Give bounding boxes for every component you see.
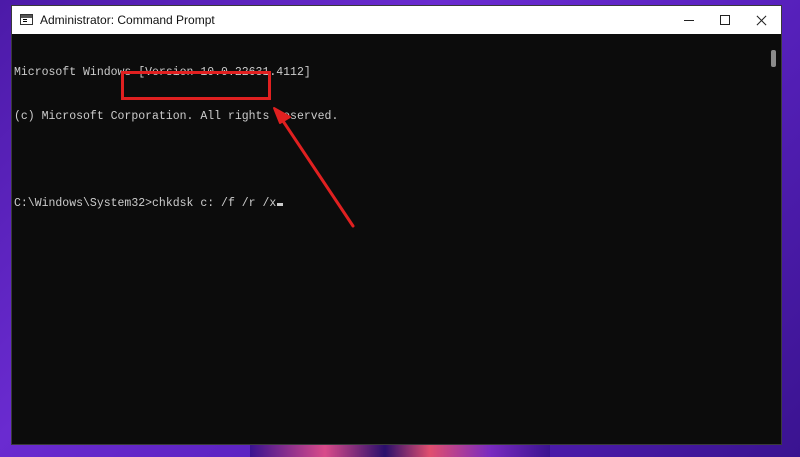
title-bar[interactable]: Administrator: Command Prompt [12,6,781,34]
scrollbar-thumb[interactable] [771,50,776,67]
minimize-icon [684,19,694,21]
vertical-scrollbar[interactable] [767,34,781,444]
command-highlight-box [121,71,271,100]
text-cursor [277,202,284,206]
window-title: Administrator: Command Prompt [40,13,215,27]
minimize-button[interactable] [671,6,707,34]
maximize-button[interactable] [707,6,743,34]
close-button[interactable] [743,6,779,34]
close-icon [756,15,767,26]
prompt-text: C:\Windows\System32> [14,196,153,210]
cmd-icon [20,14,33,25]
maximize-icon [720,15,730,25]
copyright-line: (c) Microsoft Corporation. All rights re… [14,109,339,123]
command-text: chkdsk c: /f /r /x [152,196,277,210]
command-line[interactable]: C:\Windows\System32>chkdsk c: /f /r /x [14,197,767,212]
